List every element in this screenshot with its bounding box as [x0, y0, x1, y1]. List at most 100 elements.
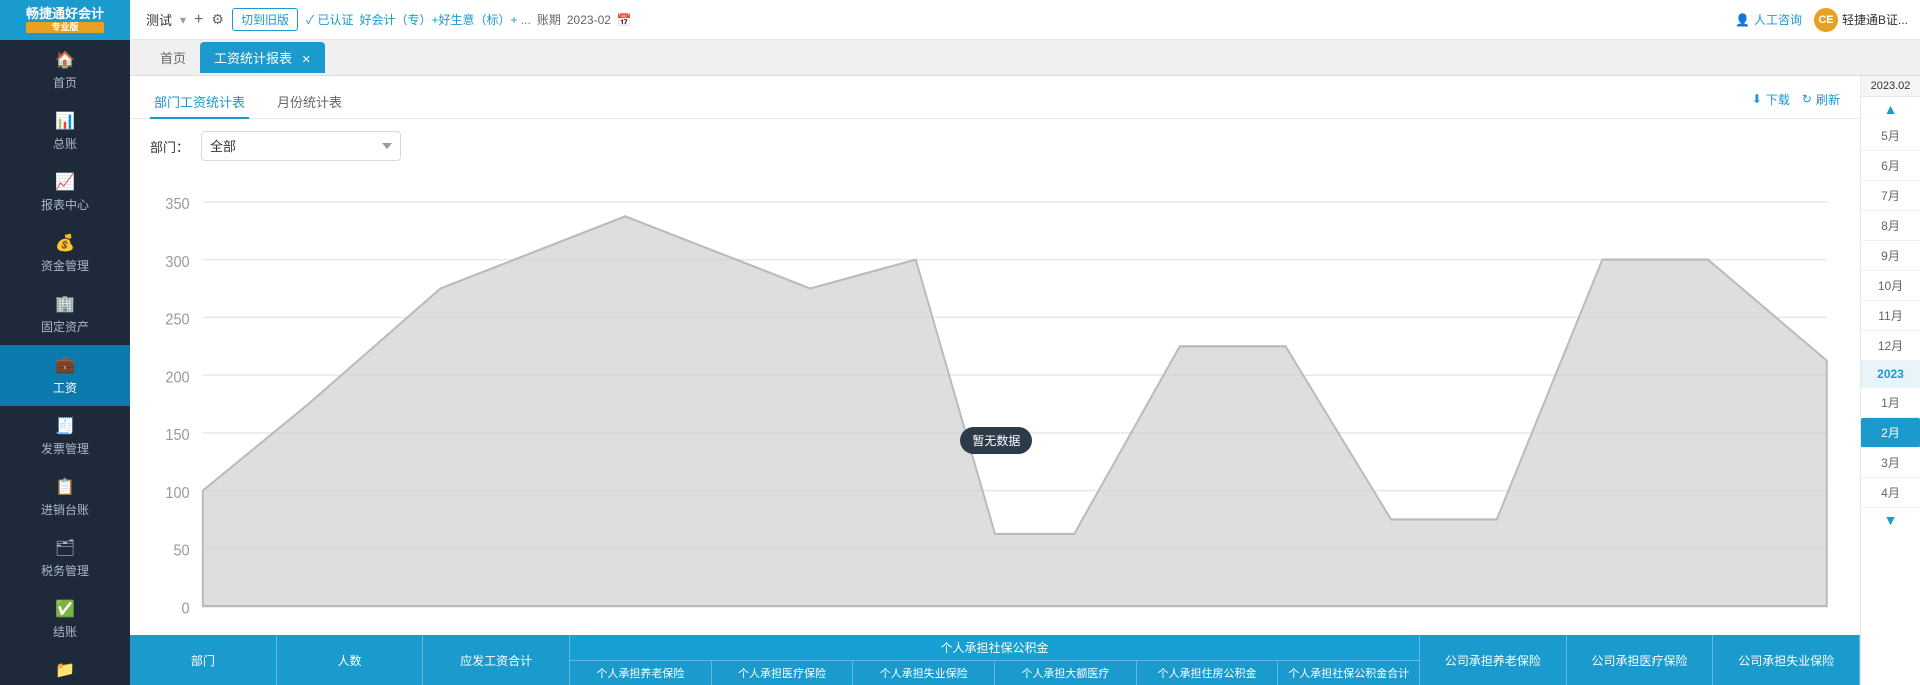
download-label: 下载 — [1766, 91, 1790, 108]
user-area[interactable]: CE 轻捷通B证... — [1814, 8, 1908, 32]
archive-icon: 📁 — [55, 660, 75, 680]
sidebar-item-closing[interactable]: ✅ 结账 — [0, 589, 130, 650]
tab-home-label: 首页 — [160, 51, 186, 66]
invoice-icon: 🧾 — [55, 416, 75, 436]
sidebar-label-funds: 资金管理 — [41, 257, 89, 274]
funds-icon: 💰 — [55, 233, 75, 253]
sub-tab-month-label: 月份统计表 — [277, 95, 342, 110]
switch-old-button[interactable]: 切到旧版 — [232, 8, 298, 31]
month-1[interactable]: 1月 — [1861, 388, 1920, 418]
sidebar-item-ledger[interactable]: 📊 总账 — [0, 101, 130, 162]
download-button[interactable]: ⬇ 下载 — [1752, 91, 1790, 108]
sidebar-item-sales[interactable]: 📋 进销台账 — [0, 467, 130, 528]
col-personal-total: 个人承担社保公积金合计 — [1278, 661, 1420, 685]
project-name: 测试 — [146, 10, 172, 29]
sidebar-item-funds[interactable]: 💰 资金管理 — [0, 223, 130, 284]
chart-container: 0 50 100 150 200 250 300 350 — [130, 173, 1860, 635]
col-personal-pension: 个人承担养老保险 — [570, 661, 712, 685]
month-2[interactable]: 2月 — [1861, 418, 1920, 448]
panel-down-arrow[interactable]: ▼ — [1861, 508, 1920, 532]
sidebar-item-home[interactable]: 🏠 首页 — [0, 40, 130, 101]
col-headcount: 人数 — [277, 635, 424, 685]
tab-bar: 首页 工资统计报表 ✕ — [130, 40, 1920, 76]
sidebar-label-tax: 税务管理 — [41, 562, 89, 579]
col-personal-critical: 个人承担大额医疗 — [995, 661, 1137, 685]
settings-icon[interactable]: ⚙ — [211, 11, 224, 28]
sidebar-item-archive[interactable]: 📁 归档管理 — [0, 650, 130, 685]
status-area: ✓ 已认证 好会计（专）+好生意（标）+ ... 账期 2023-02 📅 — [306, 11, 632, 28]
sidebar-label-payroll: 工资 — [53, 379, 77, 396]
sidebar-label-closing: 结账 — [53, 623, 77, 640]
dept-filter-label: 部门： — [150, 137, 189, 156]
payroll-icon: 💼 — [55, 355, 75, 375]
right-panel: 2023.02 ▲ 5月 6月 7月 8月 9月 10月 11月 12月 202… — [1860, 76, 1920, 685]
tab-home[interactable]: 首页 — [146, 42, 200, 73]
sales-icon: 📋 — [55, 477, 75, 497]
col-personal-housing: 个人承担住房公积金 — [1137, 661, 1279, 685]
sub-tab-dept-label: 部门工资统计表 — [154, 95, 245, 110]
col-company-pension: 公司承担养老保险 — [1420, 635, 1567, 685]
assets-icon: 🏢 — [55, 294, 75, 314]
col-company-unemploy: 公司承担失业保险 — [1713, 635, 1860, 685]
sidebar-label-ledger: 总账 — [53, 135, 77, 152]
calendar-icon[interactable]: 📅 — [617, 13, 632, 27]
home-icon: 🏠 — [55, 50, 75, 70]
period-value: 2023-02 — [567, 13, 611, 27]
month-12[interactable]: 12月 — [1861, 331, 1920, 361]
month-4[interactable]: 4月 — [1861, 478, 1920, 508]
sub-tab-actions: ⬇ 下载 ↻ 刷新 — [1752, 91, 1840, 114]
refresh-button[interactable]: ↻ 刷新 — [1802, 91, 1840, 108]
sub-tab-month[interactable]: 月份统计表 — [273, 86, 346, 119]
sidebar: 🏠 首页 📊 总账 📈 报表中心 💰 资金管理 🏢 固定资产 💼 工资 🧾 发票… — [0, 40, 130, 685]
content-area: 首页 工资统计报表 ✕ 部门工资统计表 月份统计表 — [130, 40, 1920, 685]
closing-icon: ✅ — [55, 599, 75, 619]
brand-logo: 畅捷通好会计 专业版 — [26, 6, 104, 32]
svg-text:50: 50 — [173, 542, 189, 560]
month-9[interactable]: 9月 — [1861, 241, 1920, 271]
refresh-icon: ↻ — [1802, 92, 1812, 106]
sidebar-item-tax[interactable]: 🗂 税务管理 — [0, 528, 130, 589]
month-10[interactable]: 10月 — [1861, 271, 1920, 301]
sidebar-label-assets: 固定资产 — [41, 318, 89, 335]
month-8[interactable]: 8月 — [1861, 211, 1920, 241]
tab-payroll-label: 工资统计报表 — [214, 51, 292, 66]
download-icon: ⬇ — [1752, 92, 1762, 106]
tab-payroll-report[interactable]: 工资统计报表 ✕ — [200, 42, 325, 73]
right-panel-header: 2023.02 — [1861, 76, 1920, 97]
col-company-medical: 公司承担医疗保险 — [1567, 635, 1714, 685]
project-dropdown-icon[interactable]: ▾ — [180, 13, 186, 27]
month-6[interactable]: 6月 — [1861, 151, 1920, 181]
add-button[interactable]: + — [194, 11, 203, 29]
svg-text:200: 200 — [165, 369, 189, 387]
sidebar-item-payroll[interactable]: 💼 工资 — [0, 345, 130, 406]
main-layout: 🏠 首页 📊 总账 📈 报表中心 💰 资金管理 🏢 固定资产 💼 工资 🧾 发票… — [0, 40, 1920, 685]
panel-up-arrow[interactable]: ▲ — [1861, 97, 1920, 121]
consult-icon: 👤 — [1735, 13, 1750, 27]
month-5[interactable]: 5月 — [1861, 121, 1920, 151]
sidebar-label-reports: 报表中心 — [41, 196, 89, 213]
svg-text:350: 350 — [165, 196, 189, 214]
sidebar-item-assets[interactable]: 🏢 固定资产 — [0, 284, 130, 345]
month-3[interactable]: 3月 — [1861, 448, 1920, 478]
panel-current-date: 2023.02 — [1871, 80, 1911, 92]
col-group-personal-children: 个人承担养老保险 个人承担医疗保险 个人承担失业保险 个人承担大额医疗 个人承担… — [570, 661, 1420, 685]
period-label: 账期 — [537, 11, 561, 28]
sidebar-item-invoice[interactable]: 🧾 发票管理 — [0, 406, 130, 467]
svg-text:100: 100 — [165, 484, 189, 502]
col-dept: 部门 — [130, 635, 277, 685]
reports-icon: 📈 — [55, 172, 75, 192]
tab-close-icon[interactable]: ✕ — [302, 54, 311, 66]
sidebar-label-invoice: 发票管理 — [41, 440, 89, 457]
month-11[interactable]: 11月 — [1861, 301, 1920, 331]
tags: 好会计（专）+好生意（标）+ ... — [360, 11, 531, 28]
consult-button[interactable]: 👤 人工咨询 — [1735, 11, 1802, 28]
sidebar-item-reports[interactable]: 📈 报表中心 — [0, 162, 130, 223]
certified-status: ✓ 已认证 — [306, 11, 354, 28]
avatar: CE — [1814, 8, 1838, 32]
dept-filter-select[interactable]: 全部 — [201, 131, 401, 161]
col-personal-medical: 个人承担医疗保险 — [712, 661, 854, 685]
sub-tab-dept[interactable]: 部门工资统计表 — [150, 86, 249, 119]
brand-area: 畅捷通好会计 专业版 — [0, 0, 130, 40]
consult-label: 人工咨询 — [1754, 11, 1802, 28]
month-7[interactable]: 7月 — [1861, 181, 1920, 211]
